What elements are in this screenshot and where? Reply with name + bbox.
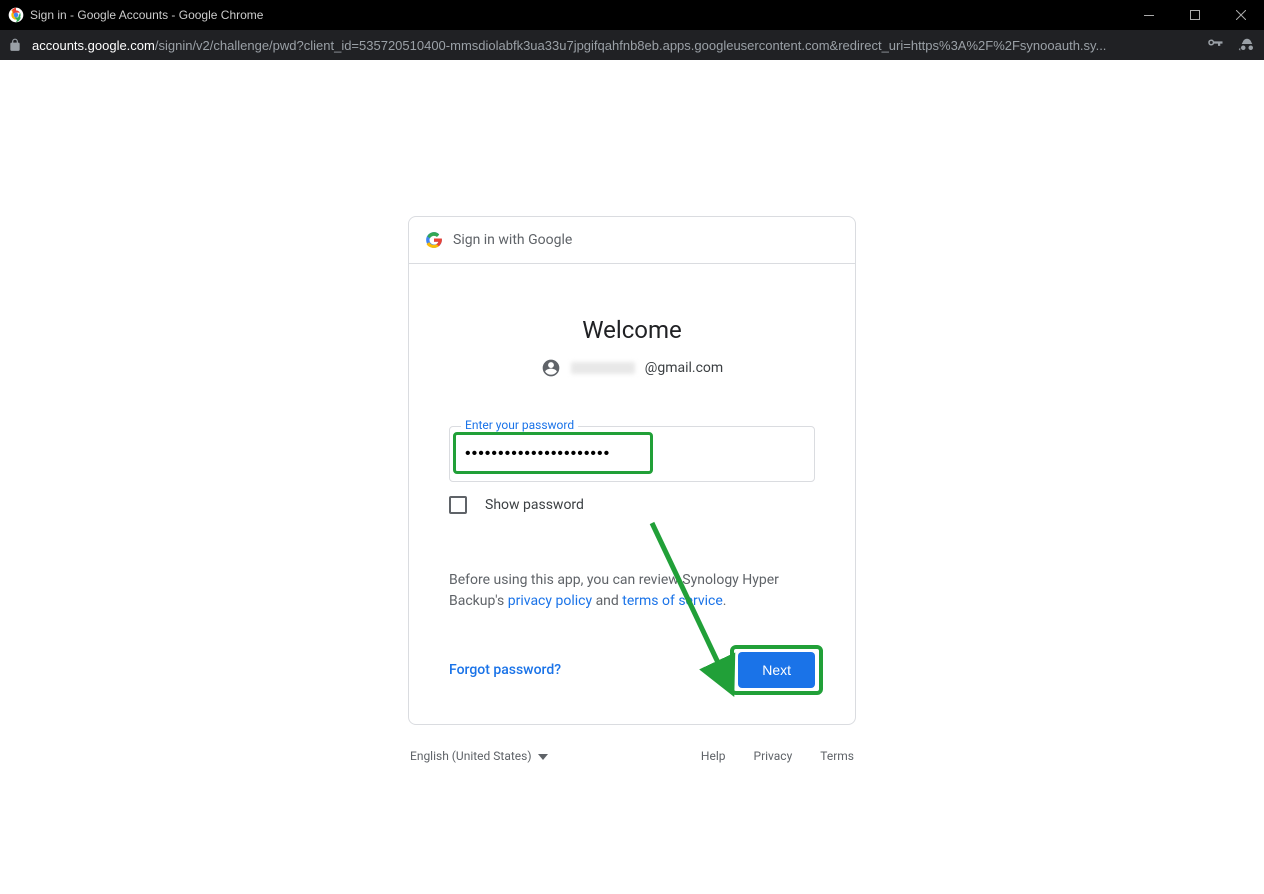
minimize-button[interactable] [1126,0,1172,30]
address-bar[interactable]: accounts.google.com/signin/v2/challenge/… [0,30,1264,60]
show-password-row: Show password [449,496,815,514]
account-avatar-icon [541,358,561,378]
close-button[interactable] [1218,0,1264,30]
next-button[interactable]: Next [738,652,815,688]
chevron-down-icon [538,749,548,763]
email-suffix: @gmail.com [645,360,723,376]
privacy-policy-link[interactable]: privacy policy [508,593,592,609]
window-titlebar: Sign in - Google Accounts - Google Chrom… [0,0,1264,30]
maximize-button[interactable] [1172,0,1218,30]
show-password-label: Show password [485,497,584,513]
footer-terms-link[interactable]: Terms [820,749,854,763]
incognito-icon[interactable] [1238,35,1256,56]
card-header: Sign in with Google [409,217,855,264]
signin-card: Sign in with Google Welcome @gmail.com E… [408,216,856,725]
page-content: Sign in with Google Welcome @gmail.com E… [0,60,1264,894]
lock-icon [8,38,22,52]
password-key-icon[interactable] [1206,35,1224,56]
terms-of-service-link[interactable]: terms of service [622,593,723,609]
password-input[interactable] [449,426,815,482]
password-field-wrap: Enter your password [449,426,815,482]
welcome-heading: Welcome [449,316,815,344]
forgot-password-link[interactable]: Forgot password? [449,662,561,678]
redacted-email-user [571,362,635,374]
footer-help-link[interactable]: Help [701,749,726,763]
google-g-icon [425,231,443,249]
window-title: Sign in - Google Accounts - Google Chrom… [30,8,1126,22]
footer-privacy-link[interactable]: Privacy [754,749,793,763]
account-chip[interactable]: @gmail.com [449,358,815,378]
card-header-text: Sign in with Google [453,232,572,248]
disclaimer-text: Before using this app, you can review Sy… [449,570,815,612]
page-footer: English (United States) Help Privacy Ter… [408,749,856,763]
language-label: English (United States) [410,749,532,763]
language-selector[interactable]: English (United States) [410,749,548,763]
password-label: Enter your password [461,418,578,432]
chrome-favicon [8,7,24,23]
show-password-checkbox[interactable] [449,496,467,514]
url-text: accounts.google.com/signin/v2/challenge/… [32,38,1198,53]
